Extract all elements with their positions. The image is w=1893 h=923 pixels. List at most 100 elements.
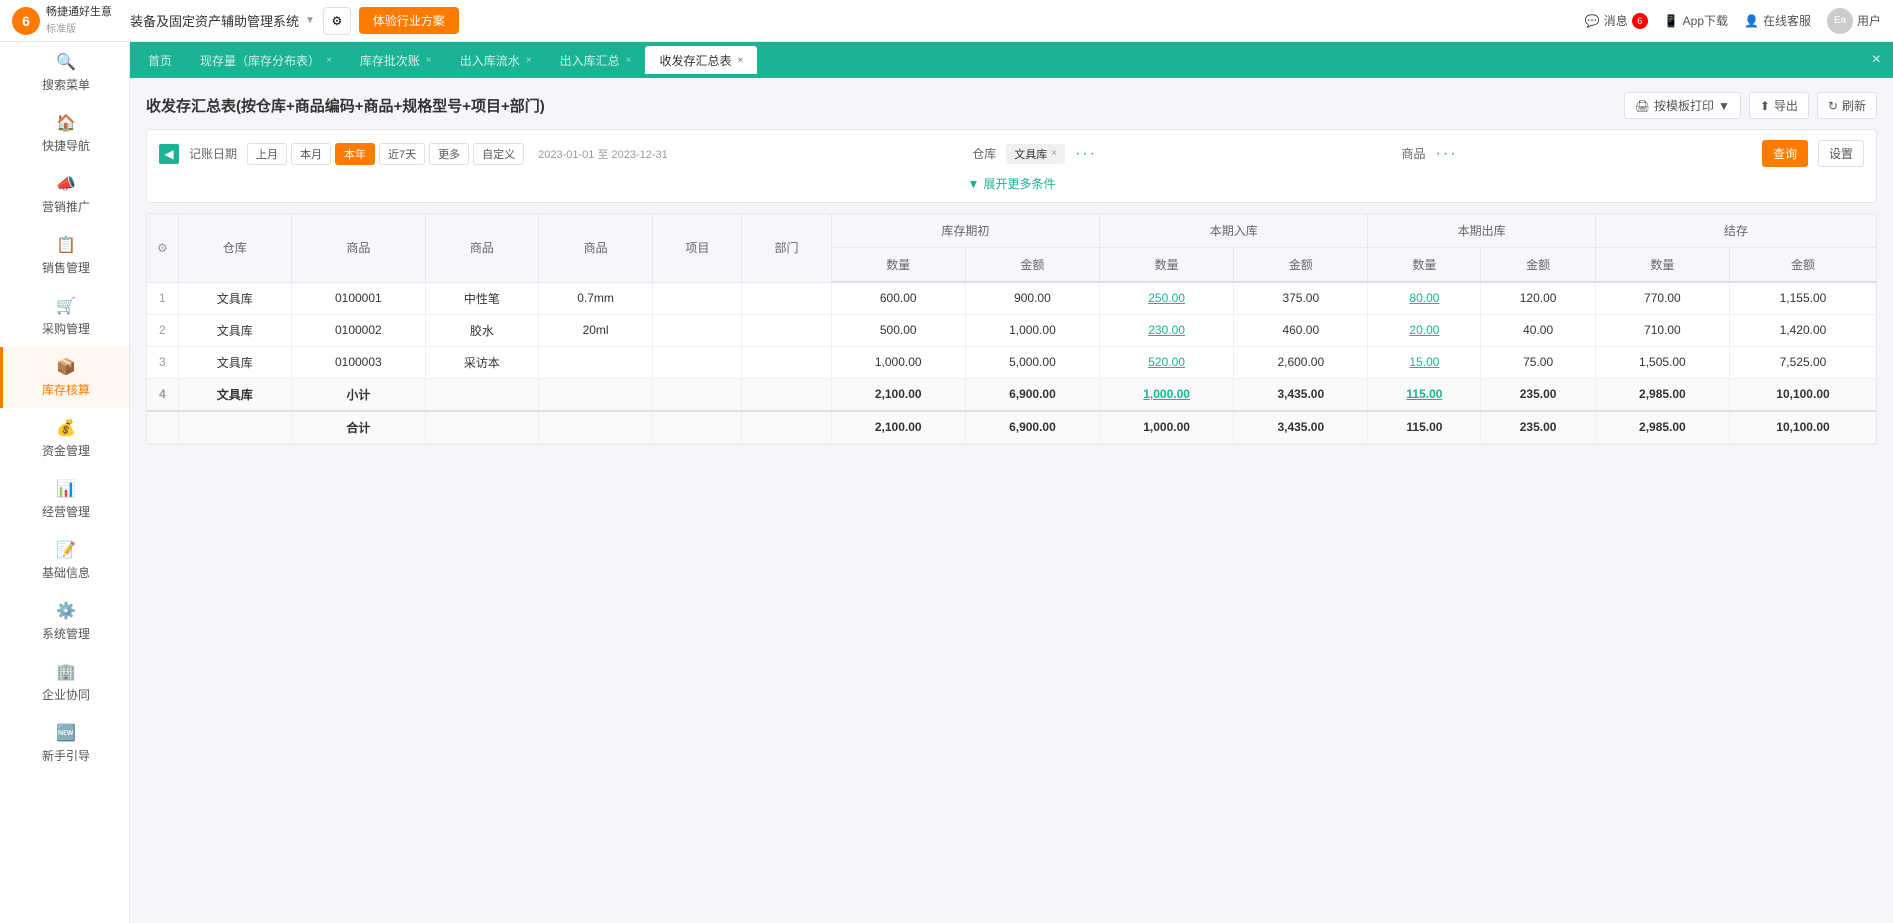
row-warehouse: 文具库 <box>178 346 291 378</box>
sidebar-item-enterprise[interactable]: 🏢 企业协同 <box>0 652 129 713</box>
enterprise-icon: 🏢 <box>56 662 76 682</box>
row-project <box>653 282 742 314</box>
warehouse-tag-value: 文具库 <box>1014 146 1047 162</box>
row-open-qty: 600.00 <box>831 282 965 314</box>
goods-spec-col-header: 商品 <box>538 214 652 282</box>
tab-batch[interactable]: 库存批次账 × <box>346 46 446 74</box>
sidebar-item-guide[interactable]: 🆕 新手引导 <box>0 713 129 774</box>
tab-home-label: 首页 <box>148 52 172 69</box>
closing-group-header: 结存 <box>1595 214 1876 248</box>
tab-inout-summary[interactable]: 出入库汇总 × <box>546 46 646 74</box>
export-button[interactable]: ⬆ 导出 <box>1749 92 1809 119</box>
subtotal-warehouse: 文具库 <box>178 378 291 411</box>
try-button[interactable]: 体验行业方案 <box>359 7 459 34</box>
export-icon: ⬆ <box>1760 99 1770 113</box>
date-btn-this-month[interactable]: 本月 <box>291 143 331 165</box>
row-close-amt: 1,155.00 <box>1729 282 1876 314</box>
table-settings-icon[interactable]: ⚙ <box>157 241 168 255</box>
sidebar-label-marketing: 营销推广 <box>42 198 90 215</box>
in-qty-header: 数量 <box>1100 248 1234 283</box>
tab-inventory-dist-close[interactable]: × <box>326 55 332 66</box>
tab-inout-flow[interactable]: 出入库流水 × <box>446 46 546 74</box>
query-button[interactable]: 查询 <box>1762 140 1808 167</box>
inventory-icon: 📦 <box>56 357 76 377</box>
tab-batch-label: 库存批次账 <box>360 52 420 69</box>
subtotal-label: 小计 <box>291 378 425 411</box>
subtotal-in-qty[interactable]: 1,000.00 <box>1100 378 1234 411</box>
subtotal-close-amt: 10,100.00 <box>1729 378 1876 411</box>
warehouse-filter-tag: 文具库 × <box>1006 144 1065 164</box>
sidebar-item-inventory[interactable]: 📦 库存核算 <box>0 347 129 408</box>
filter-toggle-button[interactable]: ◀ <box>159 144 179 164</box>
service-icon: 👤 <box>1744 14 1759 28</box>
date-btn-this-year[interactable]: 本年 <box>335 143 375 165</box>
row-in-qty[interactable]: 230.00 <box>1100 314 1234 346</box>
sidebar-item-sales[interactable]: 📋 销售管理 <box>0 225 129 286</box>
refresh-button[interactable]: ↻ 刷新 <box>1817 92 1877 119</box>
app-download-button[interactable]: 📱 App下载 <box>1664 12 1728 29</box>
subtotal-num: 4 <box>147 378 178 411</box>
sidebar-item-basic-info[interactable]: 📝 基础信息 <box>0 530 129 591</box>
subtotal-out-qty[interactable]: 115.00 <box>1368 378 1481 411</box>
goods-more-button[interactable]: ··· <box>1436 145 1458 163</box>
print-icon: 🖨 <box>1635 99 1650 113</box>
sidebar-label-search: 搜索菜单 <box>42 76 90 93</box>
row-project <box>653 314 742 346</box>
row-in-qty[interactable]: 250.00 <box>1100 282 1234 314</box>
sidebar-item-operations[interactable]: 📊 经营管理 <box>0 469 129 530</box>
table-row: 3 文具库 0100003 采访本 1,000.00 5,000.00 520.… <box>147 346 1876 378</box>
tab-inout-flow-close[interactable]: × <box>526 55 532 66</box>
row-close-qty: 710.00 <box>1595 314 1729 346</box>
table-wrap: ⚙ 仓库 商品 商品 商品 项目 部门 库存期初 本期入库 本期出库 <box>146 213 1877 445</box>
filter-bar: ◀ 记账日期 上月 本月 本年 近7天 更多 自定义 2023-01-01 至 … <box>146 129 1877 203</box>
tab-bar-close-button[interactable]: × <box>1864 51 1889 69</box>
filter-row-1: ◀ 记账日期 上月 本月 本年 近7天 更多 自定义 2023-01-01 至 … <box>159 140 1864 167</box>
brand-logo: 6 畅捷通好生意 标准版 <box>12 6 112 34</box>
goods-code-col-header: 商品 <box>291 214 425 282</box>
marketing-icon: 📣 <box>56 174 76 194</box>
tab-recv-send-summary[interactable]: 收发存汇总表 × <box>645 46 757 74</box>
filter-settings-button[interactable]: 设置 <box>1818 140 1864 167</box>
basic-info-icon: 📝 <box>56 540 76 560</box>
page-title: 收发存汇总表(按仓库+商品编码+商品+规格型号+项目+部门) <box>146 95 545 116</box>
sidebar-item-finance[interactable]: 💰 资金管理 <box>0 408 129 469</box>
date-btn-more[interactable]: 更多 <box>429 143 469 165</box>
row-open-amt: 5,000.00 <box>965 346 1099 378</box>
row-open-amt: 900.00 <box>965 282 1099 314</box>
sidebar-item-search[interactable]: 🔍 搜索菜单 <box>0 42 129 103</box>
date-btn-custom[interactable]: 自定义 <box>473 143 524 165</box>
warehouse-tag-close[interactable]: × <box>1051 148 1057 159</box>
sidebar-label-guide: 新手引导 <box>42 747 90 764</box>
user-button[interactable]: Ea 用户 <box>1827 8 1881 34</box>
row-out-qty[interactable]: 80.00 <box>1368 282 1481 314</box>
data-table: ⚙ 仓库 商品 商品 商品 项目 部门 库存期初 本期入库 本期出库 <box>147 214 1876 444</box>
row-in-qty[interactable]: 520.00 <box>1100 346 1234 378</box>
warehouse-more-button[interactable]: ··· <box>1075 145 1097 163</box>
system-icon: ⚙️ <box>56 601 76 621</box>
row-open-amt: 1,000.00 <box>965 314 1099 346</box>
tab-recv-send-summary-close[interactable]: × <box>737 55 743 66</box>
finance-icon: 💰 <box>56 418 76 438</box>
sidebar-item-purchase[interactable]: 🛒 采购管理 <box>0 286 129 347</box>
tab-inventory-dist[interactable]: 现存量（库存分布表） × <box>186 46 346 74</box>
row-out-qty[interactable]: 20.00 <box>1368 314 1481 346</box>
sidebar-item-system[interactable]: ⚙️ 系统管理 <box>0 591 129 652</box>
expand-more-button[interactable]: ▼ 展开更多条件 <box>968 175 1056 192</box>
tab-recv-send-summary-label: 收发存汇总表 <box>659 52 731 69</box>
messages-button[interactable]: 💬 消息 6 <box>1585 12 1648 29</box>
tab-inout-summary-close[interactable]: × <box>626 55 632 66</box>
date-btn-7days[interactable]: 近7天 <box>379 143 425 165</box>
date-btn-last-month[interactable]: 上月 <box>247 143 287 165</box>
sidebar-item-marketing[interactable]: 📣 营销推广 <box>0 164 129 225</box>
print-button[interactable]: 🖨 按模板打印 ▼ <box>1624 92 1741 119</box>
settings-button[interactable]: ⚙ <box>323 7 351 35</box>
row-close-qty: 770.00 <box>1595 282 1729 314</box>
tab-home[interactable]: 首页 <box>134 46 186 74</box>
online-service-button[interactable]: 👤 在线客服 <box>1744 12 1811 29</box>
sidebar-item-quick-nav[interactable]: 🏠 快捷导航 <box>0 103 129 164</box>
close-amt-header: 金额 <box>1729 248 1876 283</box>
page-header: 收发存汇总表(按仓库+商品编码+商品+规格型号+项目+部门) 🖨 按模板打印 ▼… <box>146 92 1877 119</box>
open-qty-header: 数量 <box>831 248 965 283</box>
row-out-qty[interactable]: 15.00 <box>1368 346 1481 378</box>
tab-batch-close[interactable]: × <box>426 55 432 66</box>
